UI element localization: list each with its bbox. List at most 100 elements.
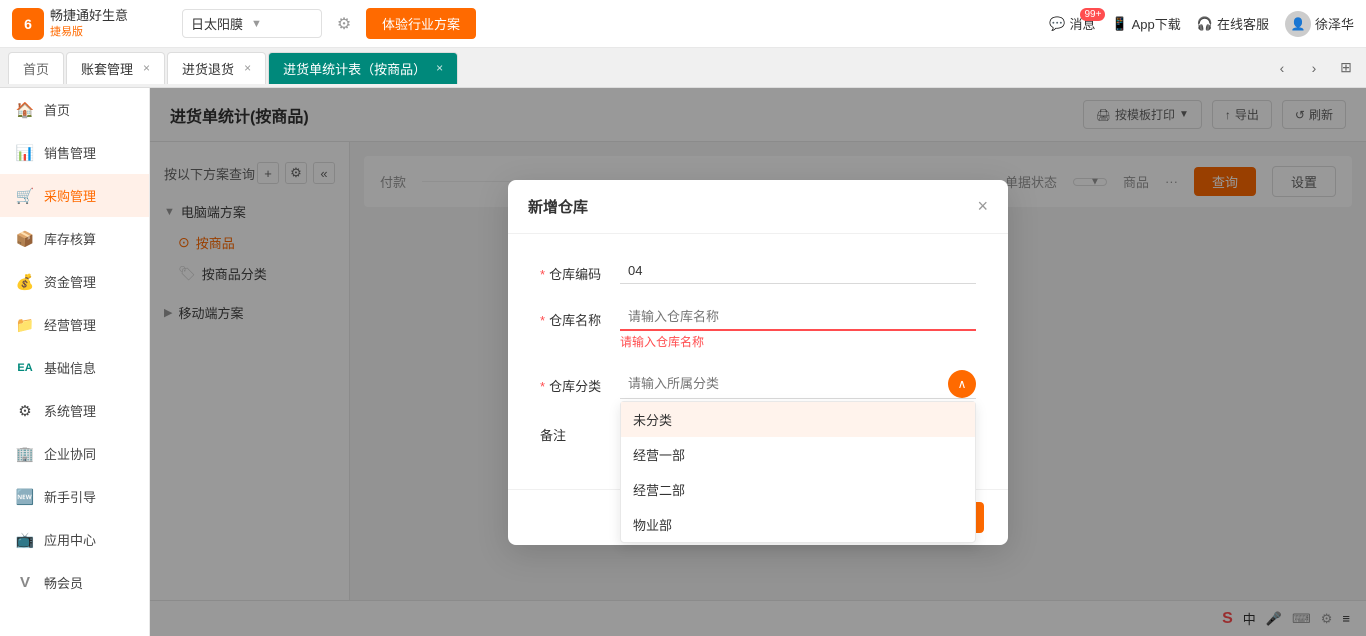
finance-icon: 💰 bbox=[16, 273, 34, 291]
accounts-tab-label: 账套管理 bbox=[81, 59, 133, 78]
tab-menu-button[interactable]: ⊞ bbox=[1334, 56, 1358, 80]
sidebar-item-inventory[interactable]: 📦 库存核算 bbox=[0, 217, 149, 260]
category-input-row: ∧ bbox=[620, 370, 976, 399]
sidebar-base-label: 基础信息 bbox=[44, 358, 96, 377]
warehouse-name-row: 仓库名称 请输入仓库名称 bbox=[540, 304, 976, 350]
warehouse-code-input[interactable] bbox=[620, 258, 976, 284]
dropdown-item-ops2[interactable]: 经营二部 bbox=[621, 472, 975, 507]
sidebar-apps-label: 应用中心 bbox=[44, 530, 96, 549]
sidebar-purchase-label: 采购管理 bbox=[44, 186, 96, 205]
dialog-title: 新增仓库 bbox=[528, 196, 588, 217]
headphone-icon: 🎧 bbox=[1197, 16, 1213, 32]
sidebar-item-enterprise[interactable]: 🏢 企业协同 bbox=[0, 432, 149, 475]
tab-controls: ‹ › ⊞ bbox=[1270, 56, 1358, 80]
dropdown-item-ops1[interactable]: 经营一部 bbox=[621, 437, 975, 472]
tab-accounts[interactable]: 账套管理 × bbox=[66, 52, 165, 84]
sidebar-item-home[interactable]: 🏠 首页 bbox=[0, 88, 149, 131]
sidebar-member-label: 畅会员 bbox=[44, 573, 83, 592]
name-label: 仓库名称 bbox=[540, 304, 620, 329]
add-warehouse-dialog: 新增仓库 × 仓库编码 仓库名称 bbox=[508, 180, 1008, 545]
category-input-wrapper: ∧ 未分类 经营一部 经营二部 bbox=[620, 370, 976, 399]
user-menu-button[interactable]: 👤 徐泽华 bbox=[1285, 11, 1354, 37]
phone-icon: 📱 bbox=[1111, 16, 1127, 32]
sidebar-item-guide[interactable]: 🆕 新手引导 bbox=[0, 475, 149, 518]
user-avatar: 👤 bbox=[1285, 11, 1311, 37]
messages-button[interactable]: 💬 消息 99+ bbox=[1049, 14, 1095, 33]
category-label: 仓库分类 bbox=[540, 370, 620, 395]
tab-purchase-return[interactable]: 进货退货 × bbox=[167, 52, 266, 84]
sidebar-guide-label: 新手引导 bbox=[44, 487, 96, 506]
sidebar-item-operation[interactable]: 📁 经营管理 bbox=[0, 303, 149, 346]
app-name: 畅捷通好生意 bbox=[50, 8, 128, 24]
sales-icon: 📊 bbox=[16, 144, 34, 162]
settings-gear-icon[interactable]: ⚙ bbox=[330, 10, 358, 38]
warehouse-category-row: 仓库分类 ∧ 未分类 bbox=[540, 370, 976, 399]
app-logo-icon: 6 bbox=[12, 8, 44, 40]
guide-icon: 🆕 bbox=[16, 488, 34, 506]
notes-label: 备注 bbox=[540, 419, 620, 444]
trial-button[interactable]: 体验行业方案 bbox=[366, 8, 476, 39]
name-error-message: 请输入仓库名称 bbox=[620, 333, 976, 350]
logo-text-group: 畅捷通好生意 捷易版 bbox=[50, 8, 128, 40]
sidebar-item-system[interactable]: ⚙ 系统管理 bbox=[0, 389, 149, 432]
tab-bar: 首页 账套管理 × 进货退货 × 进货单统计表（按商品） × ‹ › ⊞ bbox=[0, 48, 1366, 88]
category-chevron-button[interactable]: ∧ bbox=[948, 370, 976, 398]
sidebar-sales-label: 销售管理 bbox=[44, 143, 96, 162]
category-dropdown: 未分类 经营一部 经营二部 物业部 bbox=[620, 401, 976, 543]
warehouse-name-input[interactable] bbox=[620, 304, 976, 331]
sidebar-system-label: 系统管理 bbox=[44, 401, 96, 420]
code-label: 仓库编码 bbox=[540, 258, 620, 283]
header-right-area: 💬 消息 99+ 📱 App下载 🎧 在线客服 👤 徐泽华 bbox=[1049, 11, 1354, 37]
logo-area: 6 畅捷通好生意 捷易版 bbox=[12, 8, 162, 40]
online-service-button[interactable]: 🎧 在线客服 bbox=[1197, 14, 1269, 33]
dialog-close-button[interactable]: × bbox=[977, 196, 988, 217]
warehouse-code-row: 仓库编码 bbox=[540, 258, 976, 284]
sidebar-item-finance[interactable]: 💰 资金管理 bbox=[0, 260, 149, 303]
name-input-wrapper: 请输入仓库名称 bbox=[620, 304, 976, 350]
store-name: 日太阳膜 bbox=[191, 14, 243, 33]
main-layout: 🏠 首页 📊 销售管理 🛒 采购管理 📦 库存核算 💰 资金管理 📁 经营管理 … bbox=[0, 88, 1366, 636]
purchase-icon: 🛒 bbox=[16, 187, 34, 205]
sidebar-enterprise-label: 企业协同 bbox=[44, 444, 96, 463]
home-tab-label: 首页 bbox=[23, 59, 49, 78]
warehouse-category-input[interactable] bbox=[620, 371, 948, 396]
dropdown-item-unclassified[interactable]: 未分类 bbox=[621, 402, 975, 437]
enterprise-icon: 🏢 bbox=[16, 445, 34, 463]
sidebar-finance-label: 资金管理 bbox=[44, 272, 96, 291]
dropdown-item-property[interactable]: 物业部 bbox=[621, 507, 975, 542]
purchase-return-tab-close[interactable]: × bbox=[244, 61, 251, 75]
base-icon: EA bbox=[16, 359, 34, 377]
sidebar-item-member[interactable]: V 畅会员 bbox=[0, 561, 149, 604]
modal-overlay: 新增仓库 × 仓库编码 仓库名称 bbox=[150, 88, 1366, 636]
sidebar-item-sales[interactable]: 📊 销售管理 bbox=[0, 131, 149, 174]
message-badge: 99+ bbox=[1080, 8, 1105, 21]
content-area: 进货单统计(按商品) 🖨 按模板打印 ▼ ↑ 导出 ↺ 刷新 bbox=[150, 88, 1366, 636]
top-header: 6 畅捷通好生意 捷易版 日太阳膜 ▼ ⚙ 体验行业方案 💬 消息 99+ 📱 … bbox=[0, 0, 1366, 48]
app-download-button[interactable]: 📱 App下载 bbox=[1111, 14, 1180, 33]
username-label: 徐泽华 bbox=[1315, 14, 1354, 33]
system-icon: ⚙ bbox=[16, 402, 34, 420]
operation-icon: 📁 bbox=[16, 316, 34, 334]
dialog-header: 新增仓库 × bbox=[508, 180, 1008, 234]
sidebar-item-purchase[interactable]: 🛒 采购管理 bbox=[0, 174, 149, 217]
tab-next-button[interactable]: › bbox=[1302, 56, 1326, 80]
header-search-area: 日太阳膜 ▼ ⚙ 体验行业方案 bbox=[182, 8, 1029, 39]
sidebar-inventory-label: 库存核算 bbox=[44, 229, 96, 248]
store-selector[interactable]: 日太阳膜 ▼ bbox=[182, 9, 322, 38]
sidebar-operation-label: 经营管理 bbox=[44, 315, 96, 334]
tab-home[interactable]: 首页 bbox=[8, 52, 64, 84]
tab-purchase-stats[interactable]: 进货单统计表（按商品） × bbox=[268, 52, 458, 84]
purchase-stats-tab-close[interactable]: × bbox=[436, 61, 443, 75]
sidebar-item-apps[interactable]: 📺 应用中心 bbox=[0, 518, 149, 561]
app-edition: 捷易版 bbox=[50, 23, 128, 39]
accounts-tab-close[interactable]: × bbox=[143, 61, 150, 75]
tab-prev-button[interactable]: ‹ bbox=[1270, 56, 1294, 80]
store-dropdown-icon: ▼ bbox=[251, 18, 262, 30]
dialog-body: 仓库编码 仓库名称 请输入仓库名称 bbox=[508, 234, 1008, 489]
purchase-stats-tab-label: 进货单统计表（按商品） bbox=[283, 59, 426, 78]
home-icon: 🏠 bbox=[16, 101, 34, 119]
apps-icon: 📺 bbox=[16, 531, 34, 549]
inventory-icon: 📦 bbox=[16, 230, 34, 248]
sidebar-item-base[interactable]: EA 基础信息 bbox=[0, 346, 149, 389]
purchase-return-tab-label: 进货退货 bbox=[182, 59, 234, 78]
